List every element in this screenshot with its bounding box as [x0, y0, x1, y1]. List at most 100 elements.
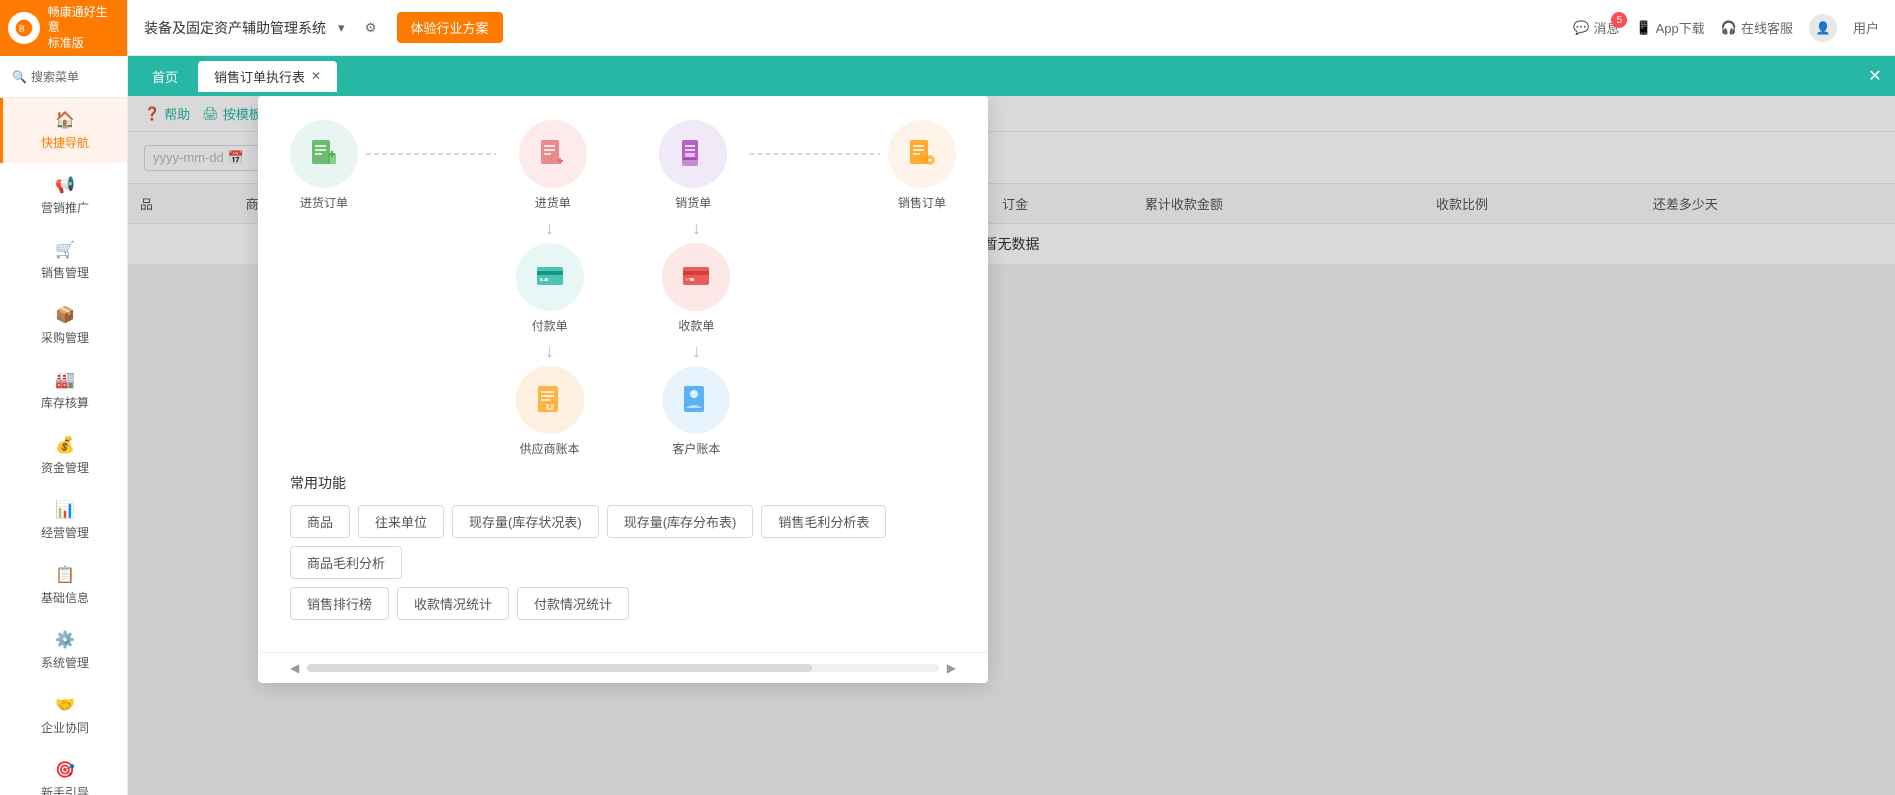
supplier-ledger-label: 供应商账本	[520, 440, 580, 457]
func-btn-payment-stats[interactable]: 付款情况统计	[517, 587, 629, 620]
finance-icon: 💰	[55, 435, 75, 455]
trial-button[interactable]: 体验行业方案	[397, 12, 503, 43]
functions-row-1: 商品 往来单位 现存量(库存状况表) 现存量(库存分布表) 销售毛利分析表 商品…	[290, 505, 956, 579]
func-btn-stock-status[interactable]: 现存量(库存状况表)	[452, 505, 599, 538]
sidebar-item-newbie[interactable]: 🎯 新手引导	[0, 748, 127, 795]
newbie-icon: 🎯	[55, 760, 75, 780]
user-avatar[interactable]: 👤	[1809, 14, 1837, 42]
flow-modal: 进货订单	[258, 96, 988, 683]
scroll-right-arrow[interactable]: ▶	[947, 661, 956, 675]
sidebar-item-marketing[interactable]: 📢 营销推广	[0, 163, 127, 228]
tab-close-icon[interactable]: ✕	[311, 69, 321, 83]
sales-bill-label: 销货单	[675, 194, 711, 211]
func-btn-receipt-stats[interactable]: 收款情况统计	[397, 587, 509, 620]
sidebar-item-purchase[interactable]: 📦 采购管理	[0, 293, 127, 358]
logo-text: 畅康通好生意 标准版	[48, 5, 119, 52]
functions-row-2: 销售排行榜 收款情况统计 付款情况统计	[290, 587, 956, 620]
func-btn-partner[interactable]: 往来单位	[358, 505, 444, 538]
scroll-track[interactable]	[307, 664, 939, 672]
payment-svg-icon: ¥	[532, 259, 568, 295]
receipt-col: ↓ ¥ 收款单	[662, 219, 730, 334]
func-btn-product-profit[interactable]: 商品毛利分析	[290, 546, 402, 579]
flow-node-sales-order: 销售订单	[888, 120, 956, 211]
modal-scrollbar: ◀ ▶	[258, 652, 988, 683]
app-download-button[interactable]: 📱 App下载	[1635, 18, 1704, 37]
svg-text:B: B	[19, 23, 25, 33]
message-button[interactable]: 💬 消息 5	[1573, 18, 1619, 37]
receipt-label: 收款单	[678, 317, 714, 334]
page-area: ❓ 帮助 🖨 按模板打印 ▾ 📤 导出 🔄 刷新	[128, 96, 1895, 795]
settings-button[interactable]: ⚙	[357, 14, 385, 42]
tab-home[interactable]: 首页	[136, 61, 194, 92]
search-menu-button[interactable]: 🔍 搜索菜单	[8, 64, 119, 89]
sidebar-nav: 🏠 快捷导航 📢 营销推广 🛒 销售管理 📦 采购管理 🏭 库存核算 💰	[0, 98, 127, 795]
inventory-icon: 🏭	[55, 370, 75, 390]
sales-icon: 🛒	[55, 240, 75, 260]
basic-info-icon: 📋	[55, 565, 75, 585]
download-icon: 📱	[1635, 20, 1651, 36]
sales-bill-svg-icon	[675, 136, 711, 172]
search-icon: 🔍	[12, 70, 27, 84]
modal-content: 进货订单	[258, 96, 988, 644]
purchase-order-icon-bg	[290, 120, 358, 188]
customer-ledger-svg-icon	[678, 382, 714, 418]
avatar-icon: 👤	[1816, 21, 1831, 35]
enterprise-icon: 🤝	[55, 695, 75, 715]
flow-node-purchase-order: 进货订单	[290, 120, 358, 211]
system-dropdown[interactable]: ▾	[338, 20, 345, 36]
sidebar-item-sales[interactable]: 🛒 销售管理	[0, 228, 127, 293]
sidebar-item-inventory[interactable]: 🏭 库存核算	[0, 358, 127, 423]
arrow-down-receipt: ↓	[692, 219, 701, 237]
purchase-order-label: 进货订单	[300, 194, 348, 211]
customer-ledger-icon-bg	[662, 366, 730, 434]
system-title: 装备及固定资产辅助管理系统	[144, 18, 326, 38]
home-icon: 🏠	[55, 110, 75, 130]
dashed-arrow-icon	[366, 148, 511, 160]
func-btn-product[interactable]: 商品	[290, 505, 350, 538]
purchase-icon: 📦	[55, 305, 75, 325]
purchase-bill-label: 进货单	[535, 194, 571, 211]
tab-bar-close-button[interactable]: ✕	[1863, 64, 1887, 88]
payment-label: 付款单	[532, 317, 568, 334]
dashed-arrow-left-icon	[735, 148, 880, 160]
user-name: 用户	[1853, 18, 1879, 37]
flow-arrow-1	[358, 148, 519, 160]
sales-order-label: 销售订单	[898, 194, 946, 211]
func-btn-sales-profit[interactable]: 销售毛利分析表	[761, 505, 886, 538]
arrow-down-customer: ↓	[692, 342, 701, 360]
system-icon: ⚙️	[55, 630, 75, 650]
operations-icon: 📊	[55, 500, 75, 520]
flow-arrow-2	[727, 148, 888, 160]
chevron-down-icon: ▾	[338, 20, 345, 36]
common-functions-title: 常用功能	[290, 473, 956, 493]
sidebar-item-quick-nav[interactable]: 🏠 快捷导航	[0, 98, 127, 163]
receipt-icon-bg: ¥	[662, 243, 730, 311]
func-btn-sales-rank[interactable]: 销售排行榜	[290, 587, 389, 620]
arrow-down-payment: ↓	[545, 219, 554, 237]
purchase-bill-icon-bg	[519, 120, 587, 188]
purchase-order-svg-icon	[306, 136, 342, 172]
flow-row-1: 进货订单	[290, 120, 956, 211]
customer-ledger-col: ↓ 客户账本	[662, 342, 730, 457]
flow-node-sales-bill: 销货单	[659, 120, 727, 211]
sidebar-item-enterprise[interactable]: 🤝 企业协同	[0, 683, 127, 748]
sidebar-search-area[interactable]: 🔍 搜索菜单	[0, 56, 127, 98]
sidebar-item-finance[interactable]: 💰 资金管理	[0, 423, 127, 488]
sales-order-svg-icon	[904, 136, 940, 172]
top-header: 装备及固定资产辅助管理系统 ▾ ⚙ 体验行业方案 💬 消息 5 📱 App下载	[128, 0, 1895, 56]
gear-icon: ⚙	[365, 20, 377, 36]
logo-icon: B	[8, 12, 40, 44]
svg-text:¥: ¥	[685, 275, 691, 284]
sidebar-item-operations[interactable]: 📊 经营管理	[0, 488, 127, 553]
arrow-down-supplier: ↓	[545, 342, 554, 360]
scroll-thumb	[307, 664, 812, 672]
purchase-bill-svg-icon	[535, 136, 571, 172]
scroll-left-arrow[interactable]: ◀	[290, 661, 299, 675]
sidebar-item-system[interactable]: ⚙️ 系统管理	[0, 618, 127, 683]
message-icon: 💬	[1573, 20, 1589, 36]
func-btn-stock-dist[interactable]: 现存量(库存分布表)	[607, 505, 754, 538]
sales-order-icon-bg	[888, 120, 956, 188]
tab-sales-order[interactable]: 销售订单执行表 ✕	[198, 61, 337, 92]
sidebar-item-basic-info[interactable]: 📋 基础信息	[0, 553, 127, 618]
online-service-button[interactable]: 🎧 在线客服	[1721, 18, 1793, 37]
